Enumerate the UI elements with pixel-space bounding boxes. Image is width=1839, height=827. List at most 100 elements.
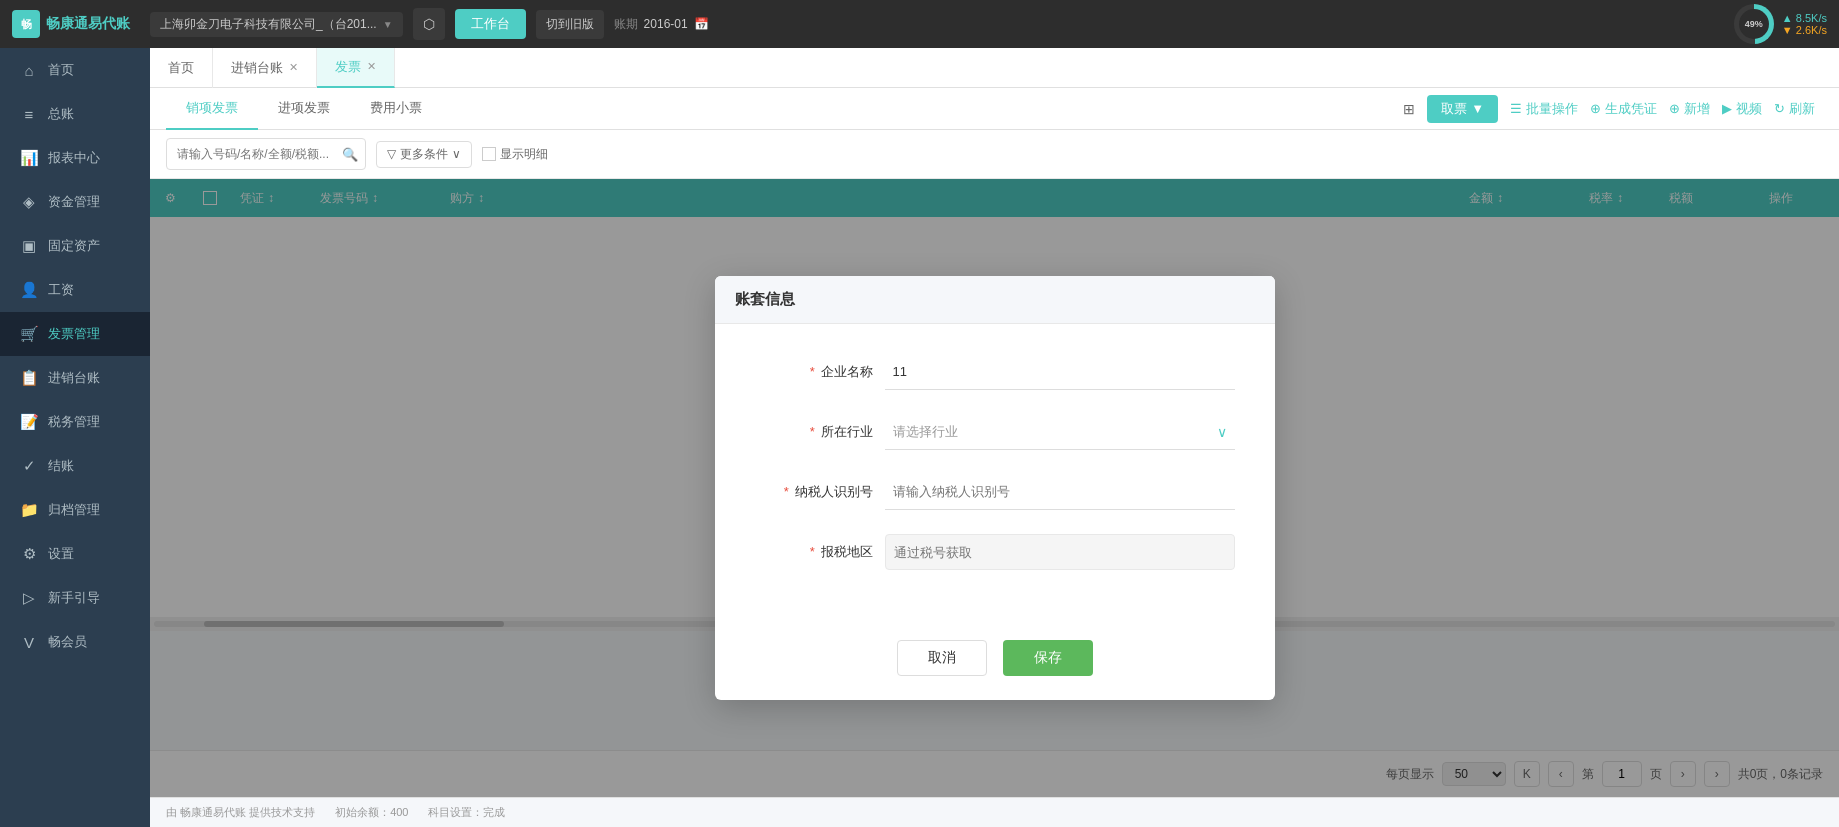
company-dropdown-arrow: ▼	[383, 19, 393, 30]
period-info: 账期 2016-01 📅	[614, 16, 709, 33]
form-row-tax-region: * 报税地区	[755, 534, 1235, 570]
sub-tab-expense[interactable]: 费用小票	[350, 88, 442, 130]
sidebar-item-vip[interactable]: V 畅会员	[0, 620, 150, 664]
cancel-button[interactable]: 取消	[897, 640, 987, 676]
sidebar: ⌂ 首页 ≡ 总账 📊 报表中心 ◈ 资金管理 ▣ 固定资产 👤 工资 🛒 发票…	[0, 48, 150, 827]
tab-invoice[interactable]: 发票 ✕	[317, 48, 395, 88]
app-name: 畅康通易代账	[46, 15, 130, 33]
sidebar-item-tax[interactable]: 📝 税务管理	[0, 400, 150, 444]
top-header: 畅 畅康通易代账 上海卯金刀电子科技有限公司_（台201... ▼ ⬡ 工作台 …	[0, 0, 1839, 48]
tab-purchase-sales[interactable]: 进销台账 ✕	[213, 48, 317, 88]
tab-home[interactable]: 首页	[150, 48, 213, 88]
sidebar-label-tax: 税务管理	[48, 413, 100, 431]
form-row-industry: * 所在行业 请选择行业 ∨	[755, 414, 1235, 450]
modal-overlay[interactable]: 账套信息 * 企业名称 *	[150, 179, 1839, 797]
vip-icon: V	[20, 634, 38, 651]
sidebar-label-guide: 新手引导	[48, 589, 100, 607]
sidebar-label-report-center: 报表中心	[48, 149, 100, 167]
filter-icon: ▽	[387, 147, 396, 161]
invoice-btn[interactable]: 取票 ▼	[1427, 95, 1498, 123]
sidebar-item-purchase-sales[interactable]: 📋 进销台账	[0, 356, 150, 400]
filter-btn[interactable]: ▽ 更多条件 ∨	[376, 141, 472, 168]
search-wrap: 🔍	[166, 138, 366, 170]
speed-indicator: 49% ▲ 8.5K/s ▼ 2.6K/s	[1734, 4, 1827, 44]
sidebar-item-report-center[interactable]: 📊 报表中心	[0, 136, 150, 180]
sidebar-item-archive[interactable]: 📁 归档管理	[0, 488, 150, 532]
form-row-company-name: * 企业名称	[755, 354, 1235, 390]
save-button[interactable]: 保存	[1003, 640, 1093, 676]
sidebar-item-salary[interactable]: 👤 工资	[0, 268, 150, 312]
percent-value: 49%	[1739, 9, 1769, 39]
sidebar-label-settings: 设置	[48, 545, 74, 563]
content-area: ⚙ 凭证 ↕ 发票号码 ↕ 购方 ↕ 金额 ↕	[150, 179, 1839, 797]
old-version-button[interactable]: 切到旧版	[536, 10, 604, 39]
video-icon: ▶	[1722, 101, 1732, 116]
generate-voucher-btn[interactable]: ⊕ 生成凭证	[1590, 100, 1657, 118]
workbench-button[interactable]: 工作台	[455, 9, 526, 39]
grid-view-icon[interactable]: ⊞	[1403, 101, 1415, 117]
calendar-icon[interactable]: 📅	[694, 17, 709, 31]
sidebar-item-invoice[interactable]: 🛒 发票管理	[0, 312, 150, 356]
bottom-company-link[interactable]: 由 畅康通易代账 提供技术支持	[166, 805, 315, 820]
filter-arrow: ∨	[452, 147, 461, 161]
new-btn[interactable]: ⊕ 新增	[1669, 100, 1710, 118]
company-selector[interactable]: 上海卯金刀电子科技有限公司_（台201... ▼	[150, 12, 403, 37]
sub-tab-sales[interactable]: 销项发票	[166, 88, 258, 130]
sidebar-item-home[interactable]: ⌂ 首页	[0, 48, 150, 92]
speed-values: ▲ 8.5K/s ▼ 2.6K/s	[1782, 12, 1827, 36]
logo-icon: 畅	[12, 10, 40, 38]
show-details-check[interactable]: 显示明细	[482, 146, 548, 163]
modal-title: 账套信息	[715, 276, 1275, 324]
ledger-icon: ≡	[20, 106, 38, 123]
sub-tab-purchase[interactable]: 进项发票	[258, 88, 350, 130]
speed-down: ▼ 2.6K/s	[1782, 24, 1827, 36]
input-company-name[interactable]	[885, 354, 1235, 390]
speed-up: ▲ 8.5K/s	[1782, 12, 1827, 24]
report-icon: 📊	[20, 149, 38, 167]
capital-icon: ◈	[20, 193, 38, 211]
invoice-icon: 🛒	[20, 325, 38, 343]
sidebar-label-general-ledger: 总账	[48, 105, 74, 123]
purchase-icon: 📋	[20, 369, 38, 387]
sidebar-item-settings[interactable]: ⚙ 设置	[0, 532, 150, 576]
show-details-checkbox[interactable]	[482, 147, 496, 161]
input-tax-id[interactable]	[885, 474, 1235, 510]
copy-button[interactable]: ⬡	[413, 8, 445, 40]
toolbar-area: 🔍 ▽ 更多条件 ∨ 显示明细	[150, 130, 1839, 179]
sidebar-item-fixed-assets[interactable]: ▣ 固定资产	[0, 224, 150, 268]
salary-icon: 👤	[20, 281, 38, 299]
sidebar-item-guide[interactable]: ▷ 新手引导	[0, 576, 150, 620]
assets-icon: ▣	[20, 237, 38, 255]
sidebar-item-general-ledger[interactable]: ≡ 总账	[0, 92, 150, 136]
sidebar-label-salary: 工资	[48, 281, 74, 299]
sidebar-label-capital: 资金管理	[48, 193, 100, 211]
sidebar-item-capital[interactable]: ◈ 资金管理	[0, 180, 150, 224]
tab-close-invoice[interactable]: ✕	[367, 60, 376, 73]
sidebar-label-purchase-sales: 进销台账	[48, 369, 100, 387]
search-input[interactable]	[166, 138, 366, 170]
percent-circle: 49%	[1734, 4, 1774, 44]
archive-icon: 📁	[20, 501, 38, 519]
bottom-bar: 由 畅康通易代账 提供技术支持 初始余额：400 科目设置：完成	[150, 797, 1839, 827]
new-icon: ⊕	[1669, 101, 1680, 116]
batch-ops-btn[interactable]: ☰ 批量操作	[1510, 100, 1578, 118]
period-label: 账期	[614, 16, 638, 33]
settings-icon: ⚙	[20, 545, 38, 563]
guide-icon: ▷	[20, 589, 38, 607]
sidebar-label-home: 首页	[48, 61, 74, 79]
sidebar-item-checkout[interactable]: ✓ 结账	[0, 444, 150, 488]
sidebar-label-checkout: 结账	[48, 457, 74, 475]
select-industry[interactable]: 请选择行业	[885, 414, 1235, 450]
sidebar-label-fixed-assets: 固定资产	[48, 237, 100, 255]
period-value: 2016-01	[644, 17, 688, 31]
sub-tabs-bar: 销项发票 进项发票 费用小票 ⊞ 取票 ▼ ☰ 批量操作	[150, 88, 1839, 130]
refresh-icon: ↻	[1774, 101, 1785, 116]
search-icon: 🔍	[342, 147, 358, 162]
input-tax-region	[885, 534, 1235, 570]
bottom-info2: 科目设置：完成	[428, 805, 505, 820]
logo: 畅 畅康通易代账	[12, 10, 130, 38]
tab-close-purchase-sales[interactable]: ✕	[289, 61, 298, 74]
refresh-btn[interactable]: ↻ 刷新	[1774, 100, 1815, 118]
sidebar-label-invoice: 发票管理	[48, 325, 100, 343]
video-btn[interactable]: ▶ 视频	[1722, 100, 1762, 118]
